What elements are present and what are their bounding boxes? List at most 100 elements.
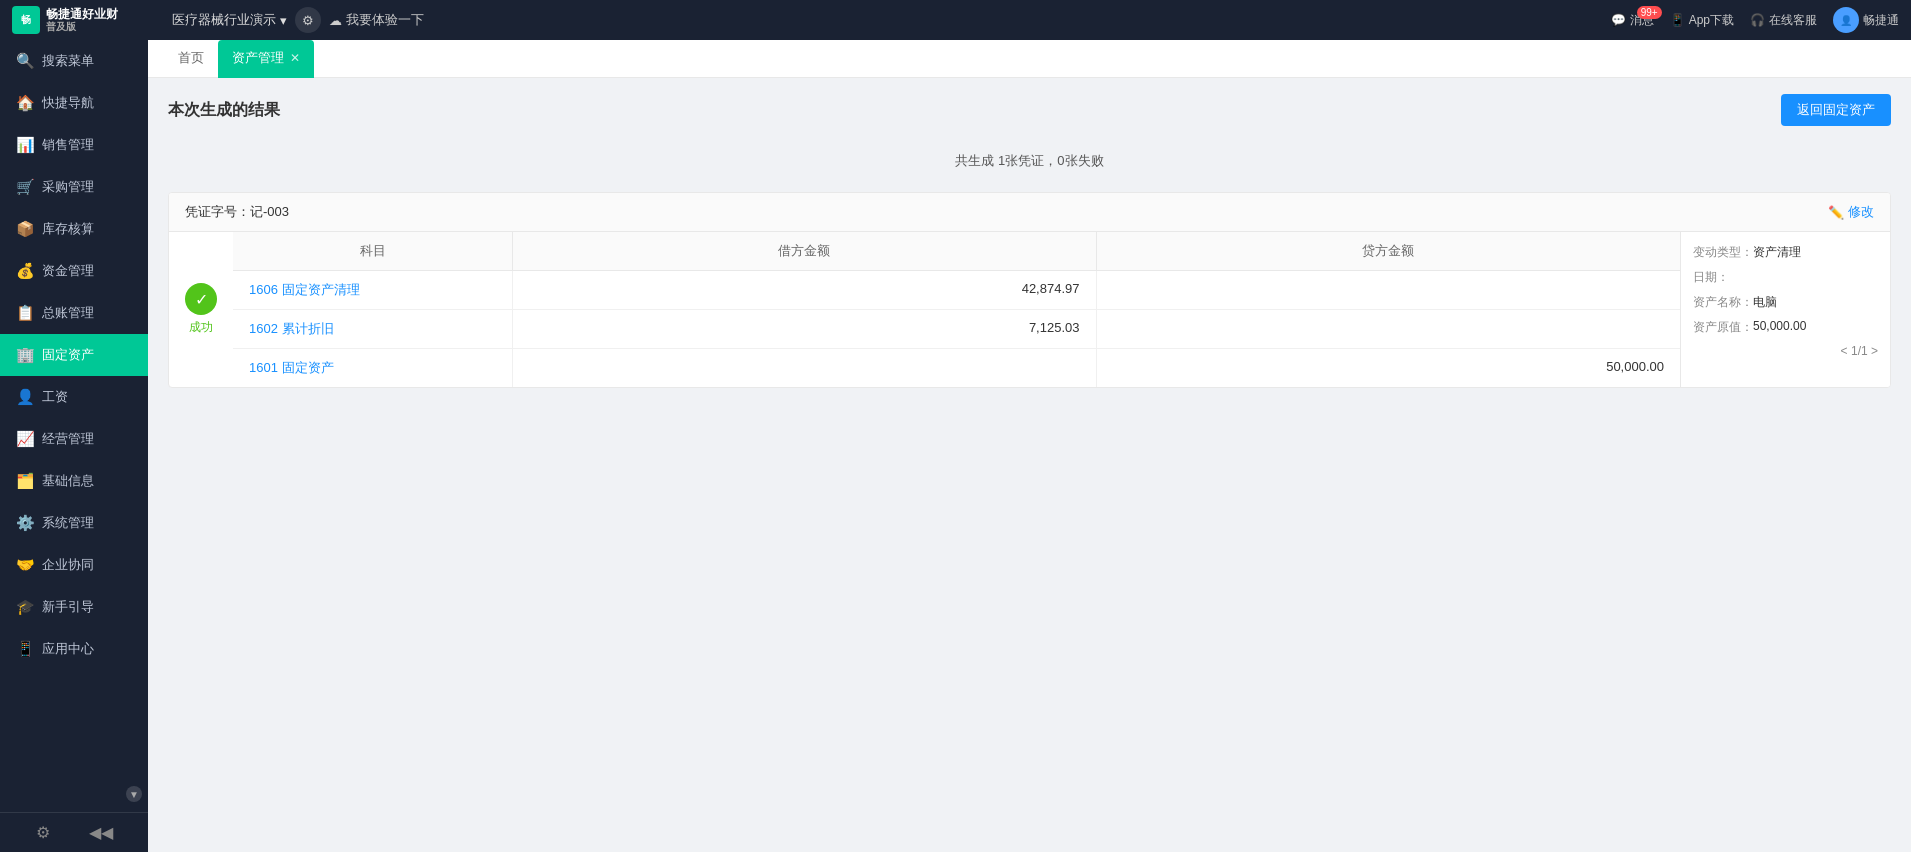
pagination-prev-icon[interactable]: < bbox=[1841, 344, 1848, 358]
settings-icon[interactable]: ⚙ bbox=[295, 7, 321, 33]
date-row: 日期： bbox=[1693, 269, 1878, 286]
app-download-label: App下载 bbox=[1689, 12, 1734, 29]
col-header-subject: 科目 bbox=[233, 232, 513, 270]
sidebar-item-label: 资金管理 bbox=[42, 262, 94, 280]
edit-button[interactable]: ✏️ 修改 bbox=[1828, 203, 1874, 221]
content-area: 首页 资产管理 ✕ 本次生成的结果 返回固定资产 共生成 1张凭证，0张失败 bbox=[148, 40, 1911, 852]
logo-main-text: 畅捷通好业财 bbox=[46, 7, 118, 21]
sidebar-item-label: 系统管理 bbox=[42, 514, 94, 532]
tab-close-icon[interactable]: ✕ bbox=[290, 51, 300, 65]
asset-name-row: 资产名称： 电脑 bbox=[1693, 294, 1878, 311]
sidebar-item-label: 新手引导 bbox=[42, 598, 94, 616]
online-service-nav-item[interactable]: 🎧 在线客服 bbox=[1750, 12, 1817, 29]
avatar: 👤 bbox=[1833, 7, 1859, 33]
original-value-row: 资产原值： 50,000.00 bbox=[1693, 319, 1878, 336]
cell-debit-1: 42,874.97 bbox=[513, 271, 1097, 309]
sidebar-item-label: 固定资产 bbox=[42, 346, 94, 364]
trial-button[interactable]: ☁ 我要体验一下 bbox=[329, 11, 424, 29]
enterprise-icon: 🤝 bbox=[16, 556, 34, 574]
sidebar-item-basics[interactable]: 🗂️ 基础信息 bbox=[0, 460, 148, 502]
sidebar-item-label: 总账管理 bbox=[42, 304, 94, 322]
sidebar-item-label: 搜索菜单 bbox=[42, 52, 94, 70]
sidebar-item-label: 应用中心 bbox=[42, 640, 94, 658]
sidebar-item-sales[interactable]: 📊 销售管理 bbox=[0, 124, 148, 166]
sidebar-item-label: 企业协同 bbox=[42, 556, 94, 574]
inventory-icon: 📦 bbox=[16, 220, 34, 238]
sidebar: 🔍 搜索菜单 🏠 快捷导航 📊 销售管理 🛒 采购管理 📦 库存核算 💰 bbox=[0, 40, 148, 852]
sidebar-collapse-icon[interactable]: ◀◀ bbox=[89, 823, 113, 842]
guide-icon: 🎓 bbox=[16, 598, 34, 616]
voucher-table: ✓ 成功 科目 借方金额 贷方金额 1606 bbox=[169, 232, 1890, 387]
cell-subject-3[interactable]: 1601 固定资产 bbox=[233, 349, 513, 387]
sidebar-settings-icon[interactable]: ⚙ bbox=[36, 823, 50, 842]
date-label: 日期： bbox=[1693, 269, 1749, 286]
sidebar-scroll-down[interactable]: ▼ bbox=[126, 786, 142, 802]
sidebar-item-ledger[interactable]: 📋 总账管理 bbox=[0, 292, 148, 334]
col-header-credit: 贷方金额 bbox=[1097, 232, 1681, 270]
original-value-label: 资产原值： bbox=[1693, 319, 1753, 336]
sidebar-item-business[interactable]: 📈 经营管理 bbox=[0, 418, 148, 460]
system-icon: ⚙️ bbox=[16, 514, 34, 532]
edit-icon: ✏️ bbox=[1828, 205, 1844, 220]
cell-subject-1[interactable]: 1606 固定资产清理 bbox=[233, 271, 513, 309]
main-layout: 🔍 搜索菜单 🏠 快捷导航 📊 销售管理 🛒 采购管理 📦 库存核算 💰 bbox=[0, 40, 1911, 852]
cell-credit-1 bbox=[1097, 271, 1681, 309]
home-icon: 🏠 bbox=[16, 94, 34, 112]
top-nav-right: 💬 消息 99+ 📱 App下载 🎧 在线客服 👤 畅捷通 bbox=[1611, 7, 1899, 33]
top-nav-center: 医疗器械行业演示 ▾ ⚙ ☁ 我要体验一下 bbox=[152, 7, 1611, 33]
capital-icon: 💰 bbox=[16, 262, 34, 280]
success-area: ✓ 成功 bbox=[169, 232, 233, 387]
summary-text: 共生成 1张凭证，0张失败 bbox=[955, 153, 1103, 168]
sidebar-item-search[interactable]: 🔍 搜索菜单 bbox=[0, 40, 148, 82]
back-to-fixed-assets-button[interactable]: 返回固定资产 bbox=[1781, 94, 1891, 126]
sidebar-item-enterprise[interactable]: 🤝 企业协同 bbox=[0, 544, 148, 586]
messages-badge: 99+ bbox=[1637, 6, 1662, 19]
change-type-value: 资产清理 bbox=[1753, 244, 1801, 261]
payroll-icon: 👤 bbox=[16, 388, 34, 406]
tab-asset-mgmt[interactable]: 资产管理 ✕ bbox=[218, 40, 314, 78]
sidebar-item-guide[interactable]: 🎓 新手引导 bbox=[0, 586, 148, 628]
sidebar-item-capital[interactable]: 💰 资金管理 bbox=[0, 250, 148, 292]
tab-asset-mgmt-label: 资产管理 bbox=[232, 49, 284, 67]
change-type-label: 变动类型： bbox=[1693, 244, 1753, 261]
sidebar-item-inventory[interactable]: 📦 库存核算 bbox=[0, 208, 148, 250]
sidebar-bottom: ⚙ ◀◀ bbox=[0, 812, 148, 852]
table-main: 科目 借方金额 贷方金额 1606 固定资产清理 42,874.97 bbox=[233, 232, 1680, 387]
messages-icon: 💬 bbox=[1611, 13, 1626, 27]
messages-nav-item[interactable]: 💬 消息 99+ bbox=[1611, 12, 1654, 29]
app-center-icon: 📱 bbox=[16, 640, 34, 658]
company-selector[interactable]: 医疗器械行业演示 ▾ bbox=[172, 11, 287, 29]
sidebar-item-app-center[interactable]: 📱 应用中心 bbox=[0, 628, 148, 670]
sidebar-item-quick-nav[interactable]: 🏠 快捷导航 bbox=[0, 82, 148, 124]
tab-bar: 首页 资产管理 ✕ bbox=[148, 40, 1911, 78]
cell-subject-2[interactable]: 1602 累计折旧 bbox=[233, 310, 513, 348]
business-icon: 📈 bbox=[16, 430, 34, 448]
app-download-icon: 📱 bbox=[1670, 13, 1685, 27]
app-logo: 畅 畅捷通好业财 普及版 bbox=[12, 6, 152, 34]
sidebar-item-fixed-assets[interactable]: 🏢 固定资产 bbox=[0, 334, 148, 376]
sidebar-item-label: 库存核算 bbox=[42, 220, 94, 238]
tab-home[interactable]: 首页 bbox=[164, 40, 218, 78]
col-header-debit: 借方金额 bbox=[513, 232, 1097, 270]
change-type-row: 变动类型： 资产清理 bbox=[1693, 244, 1878, 261]
page-header: 本次生成的结果 返回固定资产 bbox=[168, 94, 1891, 126]
asset-name-label: 资产名称： bbox=[1693, 294, 1753, 311]
sidebar-item-purchase[interactable]: 🛒 采购管理 bbox=[0, 166, 148, 208]
online-service-label: 在线客服 bbox=[1769, 12, 1817, 29]
sidebar-item-label: 销售管理 bbox=[42, 136, 94, 154]
trial-label: 我要体验一下 bbox=[346, 11, 424, 29]
sidebar-item-system[interactable]: ⚙️ 系统管理 bbox=[0, 502, 148, 544]
page-title: 本次生成的结果 bbox=[168, 100, 280, 121]
cell-debit-3 bbox=[513, 349, 1097, 387]
cell-credit-2 bbox=[1097, 310, 1681, 348]
fixed-assets-icon: 🏢 bbox=[16, 346, 34, 364]
pagination-next-icon[interactable]: > bbox=[1871, 344, 1878, 358]
side-panel-pagination[interactable]: < 1/1 > bbox=[1693, 344, 1878, 358]
sidebar-scroll: 🔍 搜索菜单 🏠 快捷导航 📊 销售管理 🛒 采购管理 📦 库存核算 💰 bbox=[0, 40, 148, 812]
user-nav-item[interactable]: 👤 畅捷通 bbox=[1833, 7, 1899, 33]
table-row: 1606 固定资产清理 42,874.97 bbox=[233, 271, 1680, 310]
app-download-nav-item[interactable]: 📱 App下载 bbox=[1670, 12, 1734, 29]
company-dropdown-icon: ▾ bbox=[280, 13, 287, 28]
sidebar-item-payroll[interactable]: 👤 工资 bbox=[0, 376, 148, 418]
search-icon: 🔍 bbox=[16, 52, 34, 70]
